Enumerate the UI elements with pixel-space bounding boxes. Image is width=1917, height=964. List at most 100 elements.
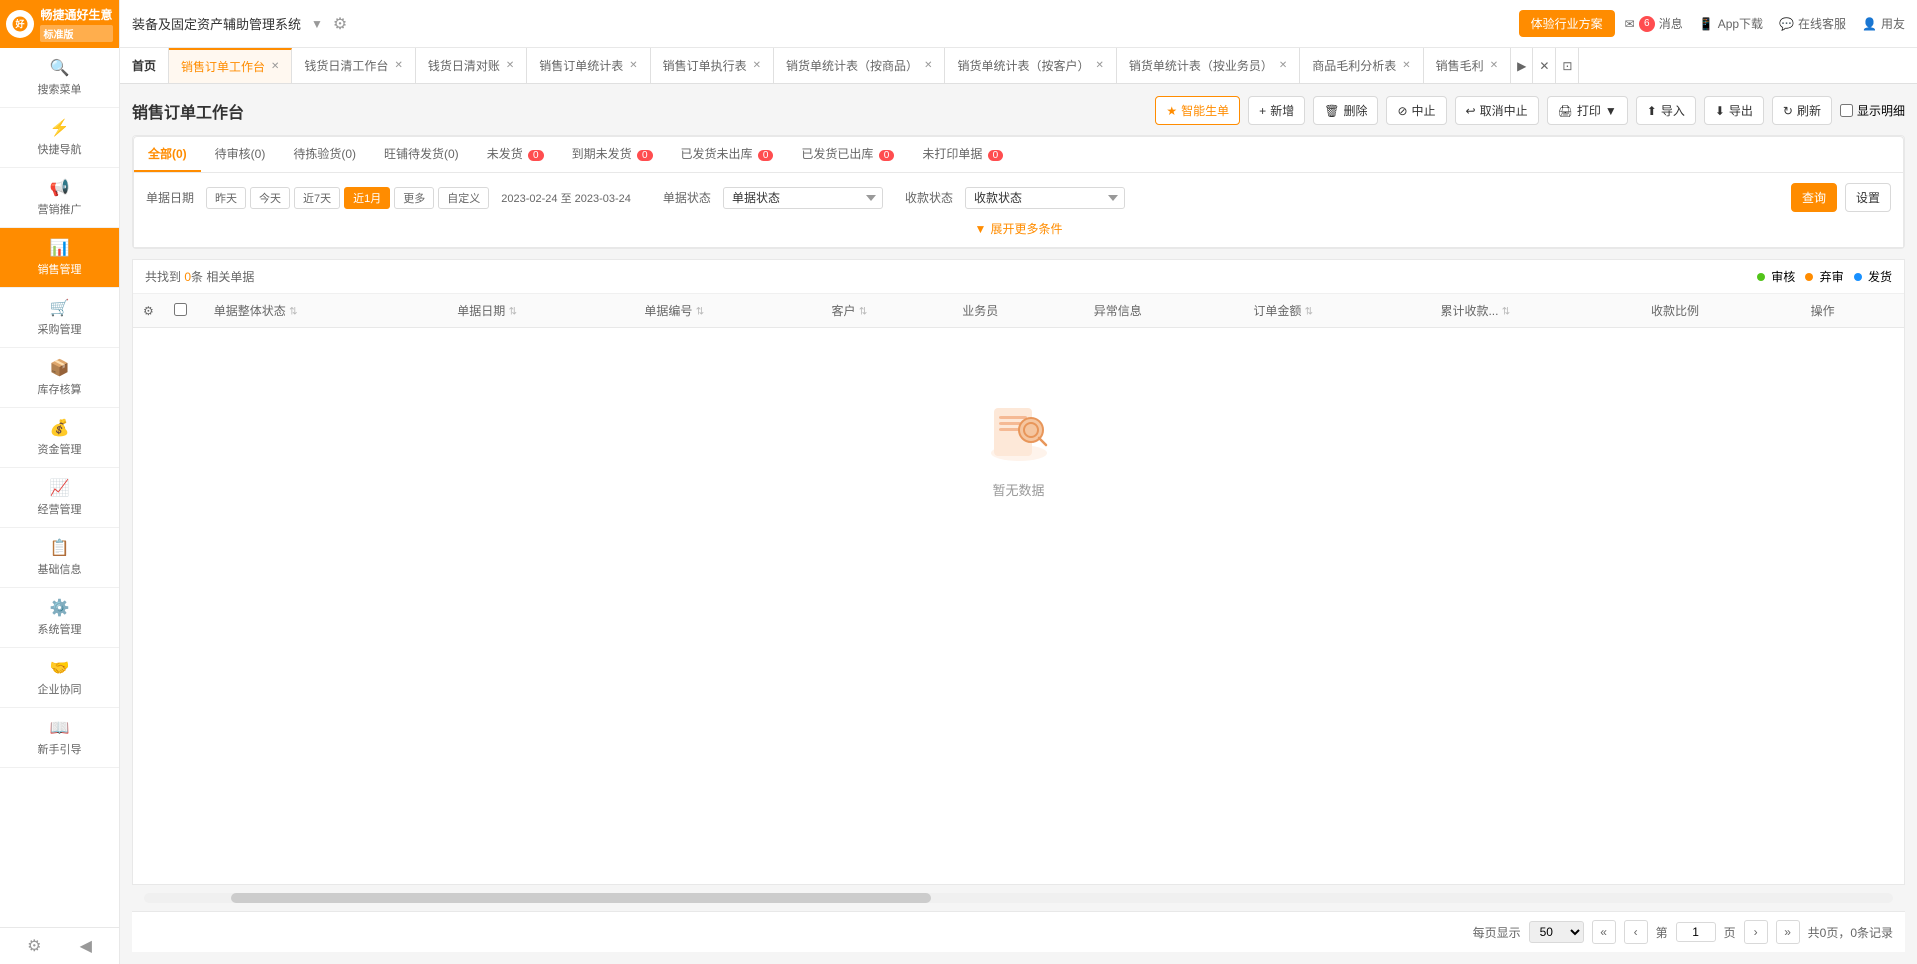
import-button[interactable]: ⬆ 导入	[1636, 96, 1696, 125]
system-dropdown[interactable]: ▼	[311, 17, 323, 31]
filter-tab-pending-review[interactable]: 待审核(0)	[201, 137, 280, 172]
th-checkbox[interactable]	[164, 294, 204, 328]
select-all-checkbox[interactable]	[174, 303, 187, 316]
online-service-button[interactable]: 💬 在线客服	[1779, 15, 1846, 32]
sidebar-item-operation[interactable]: 📈 经营管理	[0, 468, 119, 528]
gear-icon[interactable]: ⚙	[333, 14, 347, 34]
tab-close-icon[interactable]: ✕	[271, 61, 279, 72]
tab-more-button[interactable]: ▶	[1511, 48, 1533, 84]
tab-gross-profit[interactable]: 商品毛利分析表 ✕	[1300, 48, 1423, 84]
date-btn-custom[interactable]: 自定义	[438, 187, 489, 209]
payment-filter-select[interactable]: 收款状态	[965, 187, 1125, 209]
sidebar-item-guide[interactable]: 📖 新手引导	[0, 708, 119, 768]
tab-sales-exec[interactable]: 销售订单执行表 ✕	[651, 48, 774, 84]
new-button[interactable]: + 新增	[1248, 96, 1305, 125]
expand-conditions-button[interactable]: ▼ 展开更多条件	[975, 220, 1063, 237]
th-collected[interactable]: 累计收款... ⇅	[1430, 294, 1641, 328]
smart-create-button[interactable]: ★ 智能生单	[1155, 96, 1240, 125]
user-button[interactable]: 👤 用友	[1862, 15, 1905, 32]
tab-home[interactable]: 首页	[120, 48, 169, 84]
result-number: 0	[184, 270, 191, 284]
filter-tab-wangpu-ship[interactable]: 旺铺待发货(0)	[370, 137, 473, 172]
tab-close-icon[interactable]: ✕	[629, 60, 637, 71]
table-header-row: ⚙ 单据整体状态 ⇅ 单据日期 ⇅ 单据编号 ⇅ 客户 ⇅ 业务员 异常信息 订…	[133, 294, 1904, 328]
tab-close-icon[interactable]: ✕	[1279, 60, 1287, 71]
horizontal-scrollbar[interactable]	[144, 893, 1893, 903]
tab-close-all-button[interactable]: ✕	[1533, 48, 1556, 84]
export-button[interactable]: ⬇ 导出	[1704, 96, 1764, 125]
filter-tab-shipped-not-out[interactable]: 已发货未出库 0	[667, 137, 788, 172]
th-amount[interactable]: 订单金额 ⇅	[1243, 294, 1430, 328]
app-download-button[interactable]: 📱 App下载	[1699, 15, 1763, 32]
prev-page-button[interactable]: ‹	[1624, 920, 1648, 944]
filter-tab-pending-inspect[interactable]: 待拣验货(0)	[279, 137, 370, 172]
filter-tab-overdue-ship[interactable]: 到期未发货 0	[558, 137, 667, 172]
sidebar-item-marketing[interactable]: 📢 营销推广	[0, 168, 119, 228]
date-btn-more[interactable]: 更多	[394, 187, 434, 209]
query-button[interactable]: 查询	[1791, 183, 1837, 212]
tab-sales-extra[interactable]: 销售毛利 ✕	[1424, 48, 1511, 84]
print-label: 打印	[1577, 102, 1601, 119]
show-detail-checkbox[interactable]	[1840, 104, 1853, 117]
tab-cash-reconcile[interactable]: 钱货日清对账 ✕	[416, 48, 527, 84]
tab-sales-customer[interactable]: 销货单统计表（按客户） ✕	[945, 48, 1116, 84]
date-btn-1month[interactable]: 近1月	[344, 187, 390, 209]
sidebar-item-basic[interactable]: 📋 基础信息	[0, 528, 119, 588]
tab-close-icon[interactable]: ✕	[1490, 60, 1498, 71]
tab-sales-customer-label: 销货单统计表（按客户）	[957, 57, 1089, 74]
refresh-button[interactable]: ↻ 刷新	[1772, 96, 1832, 125]
collapse-icon[interactable]: ◀	[80, 936, 92, 956]
sidebar-item-search[interactable]: 🔍 搜索菜单	[0, 48, 119, 108]
filter-tab-not-shipped[interactable]: 未发货 0	[473, 137, 558, 172]
sidebar-item-purchase[interactable]: 🛒 采购管理	[0, 288, 119, 348]
first-page-button[interactable]: «	[1592, 920, 1616, 944]
sidebar-item-sales[interactable]: 📊 销售管理	[0, 228, 119, 288]
settings-icon[interactable]: ⚙	[27, 936, 41, 956]
tab-close-icon[interactable]: ✕	[506, 60, 514, 71]
per-page-select[interactable]: 50 20 100	[1529, 921, 1584, 943]
filter-tab-not-printed[interactable]: 未打印单据 0	[908, 137, 1017, 172]
th-date[interactable]: 单据日期 ⇅	[447, 294, 634, 328]
filter-tab-shipped-out[interactable]: 已发货已出库 0	[787, 137, 908, 172]
print-button[interactable]: 🖨 打印 ▼	[1547, 96, 1628, 125]
tab-close-icon[interactable]: ✕	[1095, 60, 1103, 71]
industry-solution-button[interactable]: 体验行业方案	[1519, 10, 1615, 37]
tab-close-icon[interactable]: ✕	[394, 60, 402, 71]
filter-tab-all[interactable]: 全部(0)	[134, 137, 201, 172]
th-staff[interactable]: 业务员	[952, 294, 1083, 328]
last-page-button[interactable]: »	[1776, 920, 1800, 944]
plus-icon: +	[1259, 104, 1266, 118]
page-input[interactable]	[1676, 922, 1716, 942]
th-customer[interactable]: 客户 ⇅	[821, 294, 952, 328]
tab-close-icon[interactable]: ✕	[753, 60, 761, 71]
tab-sales-staff[interactable]: 销货单统计表（按业务员） ✕	[1117, 48, 1300, 84]
sidebar-item-enterprise[interactable]: 🤝 企业协同	[0, 648, 119, 708]
show-detail-label[interactable]: 显示明细	[1840, 102, 1905, 119]
tab-cash-daily[interactable]: 钱货日清工作台 ✕	[292, 48, 415, 84]
cancel-suspend-button[interactable]: ↩ 取消中止	[1455, 96, 1539, 125]
tab-sales-stat[interactable]: 销售订单统计表 ✕	[527, 48, 650, 84]
th-ratio[interactable]: 收款比例	[1641, 294, 1801, 328]
delete-button[interactable]: 🗑 删除	[1313, 96, 1378, 125]
tab-restore-button[interactable]: ⊡	[1556, 48, 1579, 84]
message-button[interactable]: ✉ 6 消息	[1625, 15, 1683, 32]
tab-sales-order[interactable]: 销售订单工作台 ✕	[169, 48, 292, 84]
sidebar-item-system[interactable]: ⚙️ 系统管理	[0, 588, 119, 648]
th-number[interactable]: 单据编号 ⇅	[634, 294, 821, 328]
date-btn-today[interactable]: 今天	[250, 187, 290, 209]
sidebar-item-finance[interactable]: 💰 资金管理	[0, 408, 119, 468]
sidebar-item-quicknav[interactable]: ⚡ 快捷导航	[0, 108, 119, 168]
settings-button[interactable]: 设置	[1845, 183, 1891, 212]
tab-sales-goods[interactable]: 销货单统计表（按商品） ✕	[774, 48, 945, 84]
tab-close-icon[interactable]: ✕	[1402, 60, 1410, 71]
next-page-button[interactable]: ›	[1744, 920, 1768, 944]
sidebar-item-inventory[interactable]: 📦 库存核算	[0, 348, 119, 408]
date-btn-7days[interactable]: 近7天	[294, 187, 340, 209]
suspend-button[interactable]: ⊘ 中止	[1386, 96, 1446, 125]
status-filter-select[interactable]: 单据状态	[723, 187, 883, 209]
date-btn-yesterday[interactable]: 昨天	[206, 187, 246, 209]
th-abnormal[interactable]: 异常信息	[1084, 294, 1244, 328]
th-setting[interactable]: ⚙	[133, 294, 164, 328]
scrollbar-thumb[interactable]	[231, 893, 931, 903]
tab-close-icon[interactable]: ✕	[924, 60, 932, 71]
